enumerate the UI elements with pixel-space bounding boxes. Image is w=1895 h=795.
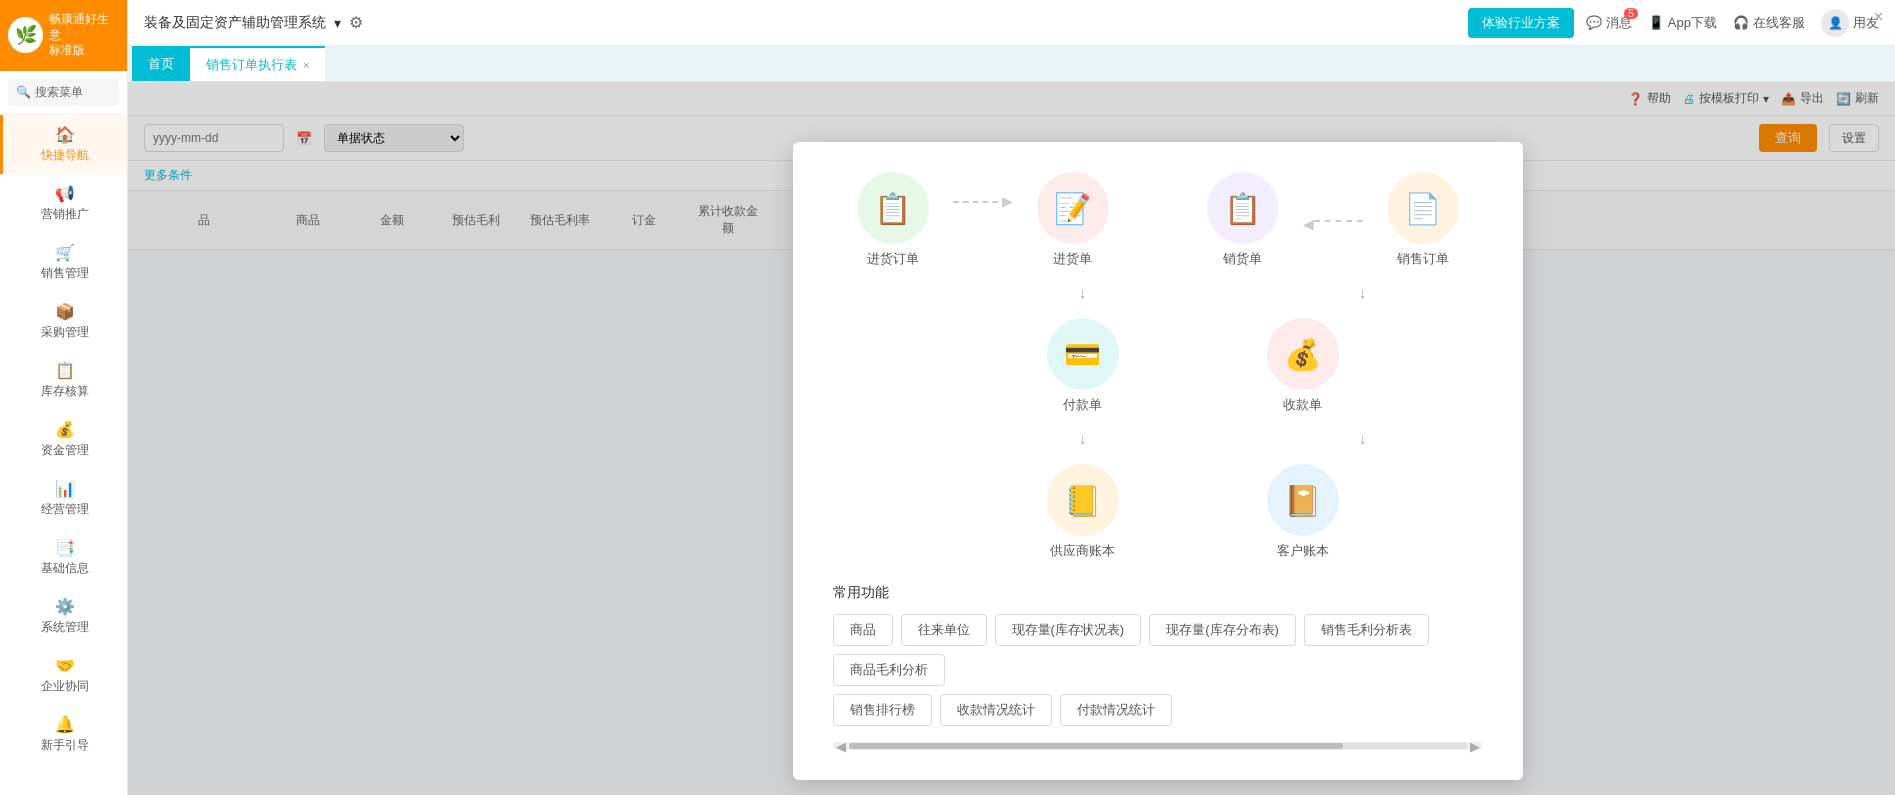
flow-item-supplier-ledger[interactable]: 📒 供应商账本 [1023, 464, 1143, 560]
tabs-bar: 首页 销售订单执行表 × × [128, 46, 1895, 82]
common-buttons: 商品 往来单位 现存量(库存状况表) 现存量(库存分布表) 销售毛利分析表 商品… [833, 614, 1483, 686]
flow-row-2: 💳 付款单 💰 收款单 [833, 318, 1483, 414]
sidebar-item-guide[interactable]: 🔔 新手引导 [0, 705, 127, 764]
system-dropdown[interactable]: ▾ [334, 15, 341, 31]
doc-icon: 📑 [55, 538, 75, 557]
content-area: ❓ 帮助 🖨 按模板打印 ▾ 📤 导出 🔄 刷新 [128, 82, 1895, 795]
sales-order-circle: 📄 [1387, 172, 1459, 244]
sidebar-item-marketing[interactable]: 📢 营销推广 [0, 174, 127, 233]
scrollbar-track[interactable] [849, 743, 1467, 749]
sales-bill-circle: 📋 [1207, 172, 1279, 244]
common-btn-pay-stats[interactable]: 付款情况统计 [1060, 694, 1172, 726]
app-download-action[interactable]: 📱 App下载 [1648, 14, 1717, 32]
sidebar: 🌿 畅康通好生意 标准版 🔍 搜索菜单 🏠 快捷导航 📢 营销推广 🛒 [0, 0, 128, 795]
topbar-actions: 💬 消息 5 📱 App下载 🎧 在线客服 👤 用友 [1586, 9, 1879, 37]
sidebar-item-basic-info[interactable]: 📑 基础信息 [0, 528, 127, 587]
page-close-button[interactable]: × [1862, 0, 1895, 34]
sidebar-item-inventory[interactable]: 📋 库存核算 [0, 351, 127, 410]
sidebar-item-system[interactable]: ⚙️ 系统管理 [0, 587, 127, 646]
settings-gear-icon[interactable]: ⚙ [349, 13, 363, 32]
chevron-down-icon: ▾ [334, 15, 341, 31]
modal-scrollbar: ◀ ▶ [833, 742, 1483, 750]
scroll-left-btn[interactable]: ◀ [833, 738, 849, 754]
flow-item-receipt[interactable]: 💰 收款单 [1243, 318, 1363, 414]
common-btn-sales-margin[interactable]: 销售毛利分析表 [1304, 614, 1429, 646]
logo-icon: 🌿 [8, 17, 43, 53]
online-service-action[interactable]: 🎧 在线客服 [1733, 14, 1805, 32]
search-icon: 🔍 [16, 85, 31, 99]
sidebar-item-sales[interactable]: 🛒 销售管理 [0, 233, 127, 292]
arrow-down-purchase: ↓ [1079, 284, 1087, 302]
common-buttons-row2: 销售排行榜 收款情况统计 付款情况统计 [833, 694, 1483, 726]
megaphone-icon: 📢 [55, 184, 75, 203]
topbar: 装备及固定资产辅助管理系统 ▾ ⚙ 体验行业方案 💬 消息 5 📱 App下载 [128, 0, 1895, 46]
quick-nav-modal: 📋 进货订单 ▶ 📝 [793, 142, 1523, 780]
common-btn-goods-margin[interactable]: 商品毛利分析 [833, 654, 945, 686]
try-industry-button[interactable]: 体验行业方案 [1468, 8, 1574, 38]
flow-item-sales-bill[interactable]: 📋 销货单 [1183, 172, 1303, 268]
flow-section: 📋 进货订单 ▶ 📝 [833, 172, 1483, 560]
common-btn-stock-status[interactable]: 现存量(库存状况表) [995, 614, 1142, 646]
message-badge: 5 [1624, 8, 1638, 19]
arrow-down-payment: ↓ [1079, 430, 1087, 448]
common-btn-partners[interactable]: 往来单位 [901, 614, 987, 646]
flow-row-1: 📋 进货订单 ▶ 📝 [833, 172, 1483, 268]
flow-item-purchase-order[interactable]: 📋 进货订单 [833, 172, 953, 268]
receipt-circle: 💰 [1267, 318, 1339, 390]
scrollbar-thumb [849, 743, 1343, 749]
sidebar-search[interactable]: 🔍 搜索菜单 [0, 71, 127, 115]
supplier-ledger-circle: 📒 [1047, 464, 1119, 536]
sidebar-item-finance[interactable]: 💰 资金管理 [0, 410, 127, 469]
clipboard-icon: 📋 [55, 361, 75, 380]
message-icon: 💬 [1586, 15, 1602, 30]
sidebar-item-cooperation[interactable]: 🤝 企业协同 [0, 646, 127, 705]
sidebar-logo: 🌿 畅康通好生意 标准版 [0, 0, 127, 71]
common-section: 常用功能 商品 往来单位 现存量(库存状况表) 现存量(库存分布表) 销售毛利分… [833, 584, 1483, 726]
flow-row-3: 📒 供应商账本 📔 客户账本 [833, 464, 1483, 560]
flow-item-customer-ledger[interactable]: 📔 客户账本 [1243, 464, 1363, 560]
purchase-bill-circle: 📝 [1037, 172, 1109, 244]
tab-close-icon[interactable]: × [303, 59, 309, 71]
settings-icon: ⚙️ [55, 597, 75, 616]
flow-item-payment[interactable]: 💳 付款单 [1023, 318, 1143, 414]
tab-home[interactable]: 首页 [132, 46, 190, 81]
flow-item-purchase-bill[interactable]: 📝 进货单 [1013, 172, 1133, 268]
cart-icon: 🛒 [55, 243, 75, 262]
handshake-icon: 🤝 [55, 656, 75, 675]
sidebar-nav: 🏠 快捷导航 📢 营销推广 🛒 销售管理 📦 采购管理 📋 库存核算 💰 [0, 115, 127, 795]
avatar: 👤 [1821, 9, 1849, 37]
arrow-right-1: ▶ [953, 209, 1013, 231]
search-menu-button[interactable]: 🔍 搜索菜单 [8, 79, 119, 106]
purchase-order-circle: 📋 [857, 172, 929, 244]
arrow-down-receipt: ↓ [1359, 430, 1367, 448]
chart-icon: 📊 [55, 479, 75, 498]
arrow-left-1: ◀ [1303, 208, 1363, 232]
sidebar-item-operations[interactable]: 📊 经营管理 [0, 469, 127, 528]
payment-circle: 💳 [1047, 318, 1119, 390]
main-area: 装备及固定资产辅助管理系统 ▾ ⚙ 体验行业方案 💬 消息 5 📱 App下载 [128, 0, 1895, 795]
bell-icon: 🔔 [55, 715, 75, 734]
home-icon: 🏠 [55, 125, 75, 144]
logo-text: 畅康通好生意 标准版 [49, 12, 119, 59]
tab-sales-order-exec[interactable]: 销售订单执行表 × [190, 46, 325, 81]
sidebar-item-purchase[interactable]: 📦 采购管理 [0, 292, 127, 351]
common-btn-sales-rank[interactable]: 销售排行榜 [833, 694, 932, 726]
money-icon: 💰 [55, 420, 75, 439]
common-btn-goods[interactable]: 商品 [833, 614, 893, 646]
customer-ledger-circle: 📔 [1267, 464, 1339, 536]
message-action[interactable]: 💬 消息 5 [1586, 14, 1632, 32]
common-btn-stock-dist[interactable]: 现存量(库存分布表) [1149, 614, 1296, 646]
box-icon: 📦 [55, 302, 75, 321]
flow-item-sales-order[interactable]: 📄 销售订单 [1363, 172, 1483, 268]
sidebar-item-quick-nav[interactable]: 🏠 快捷导航 [0, 115, 127, 174]
common-btn-recv-stats[interactable]: 收款情况统计 [940, 694, 1052, 726]
download-icon: 📱 [1648, 15, 1664, 30]
scroll-right-btn[interactable]: ▶ [1467, 738, 1483, 754]
arrow-down-sales: ↓ [1359, 284, 1367, 302]
topbar-title: 装备及固定资产辅助管理系统 ▾ ⚙ [144, 13, 1456, 32]
service-icon: 🎧 [1733, 15, 1749, 30]
